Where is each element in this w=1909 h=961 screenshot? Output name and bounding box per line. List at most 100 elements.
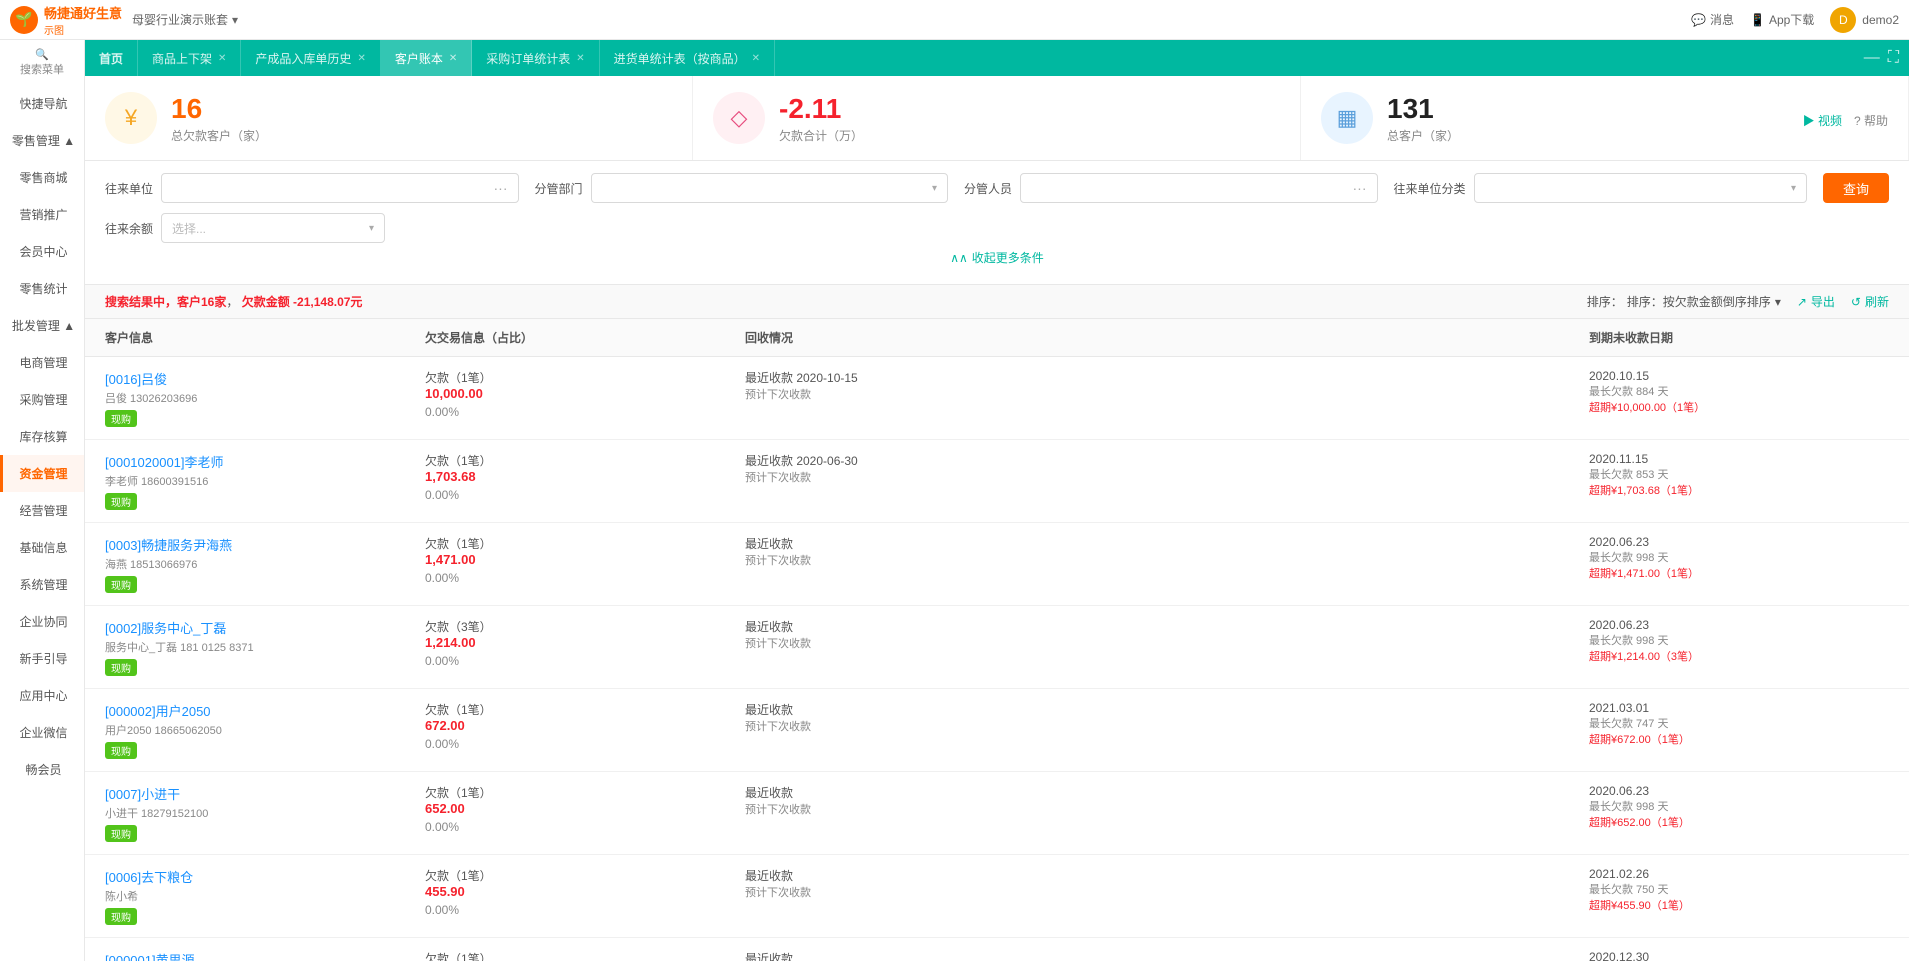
- balance-select[interactable]: 选择... ▾: [161, 213, 385, 243]
- arrow-icon: ▲: [63, 134, 75, 148]
- user-avatar-area[interactable]: D demo2: [1830, 7, 1899, 33]
- last-collection-3: 最近收款: [745, 618, 1589, 635]
- store-selector[interactable]: 母婴行业演示账套 ▾: [132, 11, 238, 28]
- video-link[interactable]: ▶ 视频: [1803, 112, 1842, 129]
- customer-info-2: [0003]畅捷服务尹海燕 海燕 18513066976 现购: [105, 535, 425, 593]
- sidebar-item-purchase[interactable]: 采购管理: [0, 381, 84, 418]
- sidebar-item-inventory[interactable]: 库存核算: [0, 418, 84, 455]
- customer-name-1[interactable]: [0001020001]李老师: [105, 452, 425, 471]
- balance-value: 选择...: [172, 220, 206, 237]
- sort-label: 排序：: [1587, 293, 1623, 310]
- logo-area: 🌱 畅捷通好生意 示图: [10, 3, 122, 37]
- tab-product-shelf[interactable]: 商品上下架 ✕: [138, 40, 241, 76]
- debt-amount-2[interactable]: 1,471.00: [425, 552, 745, 567]
- sidebar-item-chang-member[interactable]: 畅会员: [0, 751, 84, 788]
- debt-amount-5[interactable]: 652.00: [425, 801, 745, 816]
- tab-import-stats[interactable]: 进货单统计表（按商品） ✕: [600, 40, 775, 76]
- debt-amount-1[interactable]: 1,703.68: [425, 469, 745, 484]
- tab-home[interactable]: 首页: [85, 40, 138, 76]
- tab-customer-ledger[interactable]: 客户账本 ✕: [381, 40, 472, 76]
- stat-icon-debt: ¥: [105, 92, 157, 144]
- stat-content-total: 131 总客户（家）: [1387, 93, 1459, 144]
- source-unit-input[interactable]: ···: [161, 173, 518, 203]
- overdue-link-0[interactable]: 超期¥10,000.00（1笔）: [1589, 402, 1705, 414]
- tab-close-icon-5[interactable]: ✕: [752, 53, 760, 64]
- sidebar-item-cooperation[interactable]: 企业协同: [0, 603, 84, 640]
- sidebar-item-ecommerce[interactable]: 电商管理: [0, 344, 84, 381]
- customer-name-7[interactable]: [000001]黄思源: [105, 950, 425, 961]
- customer-name-5[interactable]: [0007]小进干: [105, 784, 425, 803]
- tab-close-icon-3[interactable]: ✕: [449, 53, 457, 64]
- sort-control[interactable]: 排序： 排序：按欠款金额倒序排序 ▾: [1587, 293, 1781, 310]
- debt-summary: 欠款金额 -21,148.07元: [242, 295, 363, 309]
- stat-top-links: ▶ 视频 ? 帮助: [1803, 108, 1888, 129]
- overdue-link-2[interactable]: 超期¥1,471.00（1笔）: [1589, 568, 1699, 580]
- customer-name-3[interactable]: [0002]服务中心_丁磊: [105, 618, 425, 637]
- sidebar-search[interactable]: 🔍 搜索菜单: [0, 40, 84, 85]
- stat-debt-customers: ¥ 16 总欠款客户（家）: [85, 76, 693, 160]
- debt-amount-4[interactable]: 672.00: [425, 718, 745, 733]
- arrow-icon-wholesale: ▲: [63, 319, 75, 333]
- next-collection-5: 预计下次收款: [745, 801, 1589, 817]
- sidebar-item-finance[interactable]: 资金管理: [0, 455, 84, 492]
- person-input[interactable]: ···: [1020, 173, 1377, 203]
- stat-debt-amount: ◇ -2.11 欠款合计（万）: [693, 76, 1301, 160]
- sidebar-item-retail-stats[interactable]: 零售统计: [0, 270, 84, 307]
- message-btn[interactable]: 💬 消息: [1691, 11, 1734, 28]
- logo-text: 畅捷通好生意: [44, 3, 122, 22]
- debt-amount-6[interactable]: 455.90: [425, 884, 745, 899]
- tab-purchase-stats[interactable]: 采购订单统计表 ✕: [472, 40, 599, 76]
- dept-label: 分管部门: [535, 180, 583, 197]
- overdue-info-5: 2020.06.23 最长欠款 998 天 超期¥652.00（1笔）: [1589, 784, 1889, 830]
- export-btn[interactable]: ↗ 导出: [1797, 293, 1835, 310]
- customer-sub-1: 李老师 18600391516: [105, 473, 425, 489]
- due-date-5: 2020.06.23: [1589, 784, 1889, 798]
- dept-select[interactable]: ▾: [591, 173, 948, 203]
- customer-sub-3: 服务中心_丁磊 181 0125 8371: [105, 639, 425, 655]
- sidebar-item-retail-mall[interactable]: 零售商城: [0, 159, 84, 196]
- stats-bar: ¥ 16 总欠款客户（家） ◇ -2.11 欠款合计（万）: [85, 76, 1909, 161]
- customer-name-2[interactable]: [0003]畅捷服务尹海燕: [105, 535, 425, 554]
- tab-close-icon-4[interactable]: ✕: [576, 53, 584, 64]
- overdue-link-5[interactable]: 超期¥652.00（1笔）: [1589, 817, 1690, 829]
- customer-name-0[interactable]: [0016]吕俊: [105, 369, 425, 388]
- due-date-0: 2020.10.15: [1589, 369, 1889, 383]
- customer-name-6[interactable]: [0006]去下粮仓: [105, 867, 425, 886]
- tab-close-icon-2[interactable]: ✕: [357, 53, 365, 64]
- sidebar-item-wholesale[interactable]: 批发管理 ▲: [0, 307, 84, 344]
- tab-close-icon[interactable]: ✕: [218, 53, 226, 64]
- result-text: 搜索结果中，客户16家， 欠款金额 -21,148.07元: [105, 293, 362, 310]
- sidebar-item-guide[interactable]: 新手引导: [0, 640, 84, 677]
- sidebar-item-system[interactable]: 系统管理: [0, 566, 84, 603]
- window-expand-icon[interactable]: ⛶: [1888, 49, 1899, 67]
- customer-sub-0: 吕俊 13026203696: [105, 390, 425, 406]
- sidebar-item-retail-mgmt[interactable]: 零售管理 ▲: [0, 122, 84, 159]
- sidebar-item-app-center[interactable]: 应用中心: [0, 677, 84, 714]
- sidebar-item-member[interactable]: 会员中心: [0, 233, 84, 270]
- customer-name-4[interactable]: [000002]用户2050: [105, 701, 425, 720]
- sidebar-item-marketing[interactable]: 营销推广: [0, 196, 84, 233]
- debt-count-2: 欠款（1笔）: [425, 535, 745, 552]
- overdue-link-4[interactable]: 超期¥672.00（1笔）: [1589, 734, 1690, 746]
- help-link[interactable]: ? 帮助: [1854, 112, 1888, 129]
- overdue-link-6[interactable]: 超期¥455.90（1笔）: [1589, 900, 1690, 912]
- filter-person: 分管人员 ···: [964, 173, 1378, 203]
- sidebar-item-basic-info[interactable]: 基础信息: [0, 529, 84, 566]
- avatar: D: [1830, 7, 1856, 33]
- window-minimize-icon[interactable]: —: [1864, 49, 1880, 67]
- app-download-btn[interactable]: 📱 App下载: [1750, 11, 1814, 28]
- unit-category-select[interactable]: ▾: [1474, 173, 1807, 203]
- collapse-filter-btn[interactable]: ∧∧ 收起更多条件: [105, 243, 1889, 272]
- sidebar-item-quick-nav[interactable]: 快捷导航: [0, 85, 84, 122]
- tab-product-history[interactable]: 产成品入库单历史 ✕: [241, 40, 380, 76]
- filter-balance: 往来余额 选择... ▾: [105, 213, 385, 243]
- overdue-link-3[interactable]: 超期¥1,214.00（3笔）: [1589, 651, 1699, 663]
- debt-amount-3[interactable]: 1,214.00: [425, 635, 745, 650]
- sidebar-item-enterprise-wechat[interactable]: 企业微信: [0, 714, 84, 751]
- video-icon: ▶: [1803, 114, 1815, 128]
- search-button[interactable]: 查询: [1823, 173, 1889, 203]
- sidebar-item-operations[interactable]: 经营管理: [0, 492, 84, 529]
- refresh-btn[interactable]: ↺ 刷新: [1851, 293, 1889, 310]
- overdue-link-1[interactable]: 超期¥1,703.68（1笔）: [1589, 485, 1699, 497]
- debt-amount-0[interactable]: 10,000.00: [425, 386, 745, 401]
